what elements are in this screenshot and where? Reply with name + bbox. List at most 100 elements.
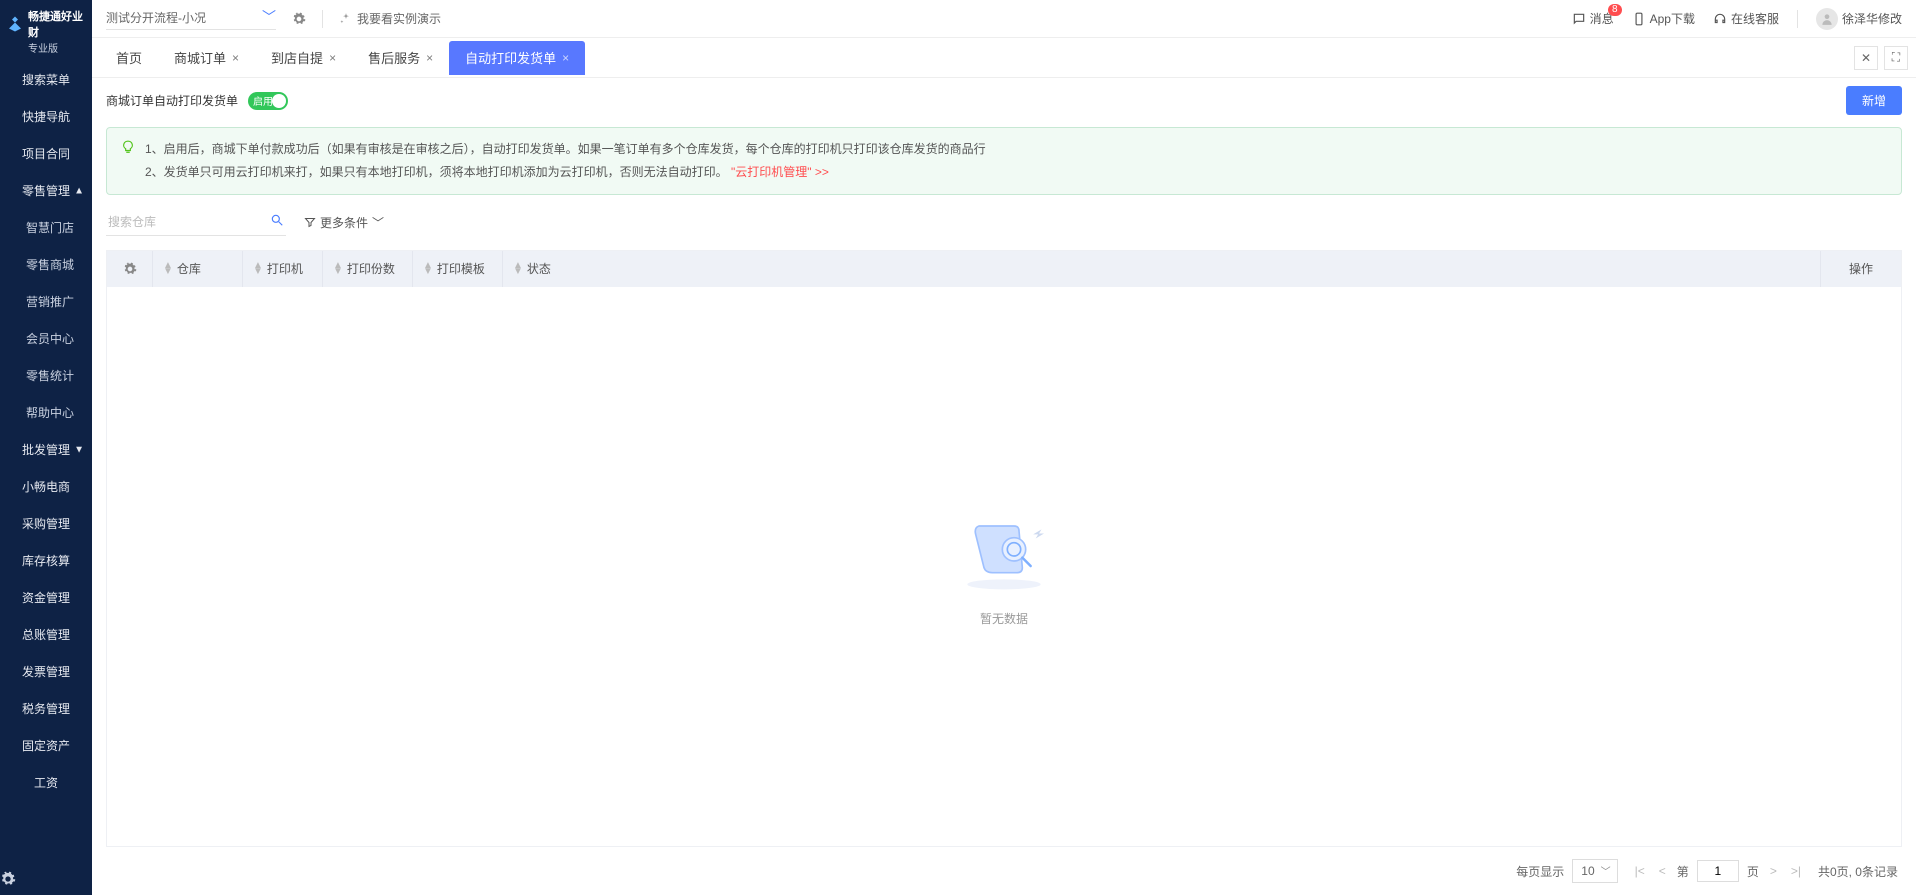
col-template[interactable]: ▲▼打印模板 — [413, 251, 503, 287]
first-page[interactable]: |< — [1632, 864, 1648, 878]
sidebar-item-4[interactable]: 智慧门店 — [0, 209, 92, 246]
headset-icon — [1713, 12, 1727, 26]
sort-icon: ▲▼ — [513, 263, 523, 275]
warehouse-search — [106, 209, 286, 236]
page-input[interactable] — [1697, 860, 1739, 882]
sidebar-item-9[interactable]: 帮助中心 — [0, 394, 92, 431]
sparkle-icon — [339, 12, 353, 26]
tip-box: 1、启用后，商城下单付款成功后（如果有审核是在审核之后），自动打印发货单。如果一… — [106, 127, 1902, 195]
sidebar-item-5[interactable]: 零售商城 — [0, 246, 92, 283]
sidebar-menu: 搜索菜单快捷导航项目合同零售管理▲智慧门店零售商城营销推广会员中心零售统计帮助中… — [0, 61, 92, 863]
col-warehouse[interactable]: ▲▼仓库 — [153, 251, 243, 287]
sidebar-item-7[interactable]: 会员中心 — [0, 320, 92, 357]
org-settings-icon[interactable] — [292, 12, 306, 26]
warehouse-search-input[interactable] — [106, 209, 286, 236]
sidebar-item-16[interactable]: 发票管理 — [0, 653, 92, 690]
message-icon — [1572, 12, 1586, 26]
auto-print-toggle[interactable]: 启用 — [248, 92, 288, 110]
app-download-button[interactable]: App下载 — [1632, 10, 1695, 27]
next-page[interactable]: > — [1767, 864, 1780, 878]
user-name: 徐泽华修改 — [1842, 10, 1902, 27]
sidebar-item-10[interactable]: 批发管理▼ — [0, 431, 92, 468]
column-settings[interactable] — [107, 251, 153, 287]
new-button[interactable]: 新增 — [1846, 86, 1902, 115]
sidebar-item-8[interactable]: 零售统计 — [0, 357, 92, 394]
fullscreen-toggle[interactable]: ⛶ — [1884, 46, 1908, 70]
top-actions: 消息 8 App下载 在线客服 徐泽华修改 — [1572, 8, 1902, 30]
close-icon[interactable]: × — [562, 51, 569, 65]
printer-table: ▲▼仓库 ▲▼打印机 ▲▼打印份数 ▲▼打印模板 ▲▼状态 操作 — [106, 250, 1902, 847]
user-menu[interactable]: 徐泽华修改 — [1816, 8, 1902, 30]
sidebar-item-13[interactable]: 库存核算 — [0, 542, 92, 579]
empty-illustration-icon — [954, 506, 1054, 596]
page-nav: |< < 第 页 > >| — [1632, 860, 1804, 882]
brand-edition: 专业版 — [0, 40, 92, 61]
sidebar-item-14[interactable]: 资金管理 — [0, 579, 92, 616]
tab-label: 商城订单 — [174, 48, 226, 67]
tab-3[interactable]: 售后服务 × — [352, 41, 449, 75]
separator — [1797, 10, 1798, 28]
caret-icon: ▼ — [74, 444, 84, 455]
filter-row: 更多条件 ﹀ — [92, 209, 1916, 250]
col-copies[interactable]: ▲▼打印份数 — [323, 251, 413, 287]
message-button[interactable]: 消息 8 — [1572, 10, 1614, 27]
sidebar: 畅捷通好业财 专业版 搜索菜单快捷导航项目合同零售管理▲智慧门店零售商城营销推广… — [0, 0, 92, 895]
tab-2[interactable]: 到店自提 × — [255, 41, 352, 75]
cloud-printer-manage-link[interactable]: "云打印机管理" >> — [731, 165, 829, 179]
phone-icon — [1632, 12, 1646, 26]
tab-4[interactable]: 自动打印发货单× — [449, 41, 585, 75]
close-icon[interactable]: × — [329, 51, 336, 65]
app-download-label: App下载 — [1650, 10, 1695, 27]
close-icon[interactable]: × — [426, 51, 433, 65]
sidebar-item-19[interactable]: 工资 — [0, 764, 92, 801]
brand-name: 畅捷通好业财 — [28, 8, 86, 40]
empty-text: 暂无数据 — [980, 610, 1028, 627]
gear-icon — [0, 871, 92, 887]
sidebar-item-0[interactable]: 搜索菜单 — [0, 61, 92, 98]
tab-0[interactable]: 首页 — [100, 41, 158, 75]
bulb-icon — [121, 140, 135, 184]
tabbar-controls: ✕ ⛶ — [1854, 46, 1908, 70]
close-all-tabs[interactable]: ✕ — [1854, 46, 1878, 70]
tab-1[interactable]: 商城订单 × — [158, 41, 255, 75]
sort-icon: ▲▼ — [253, 263, 263, 275]
prev-page[interactable]: < — [1656, 864, 1669, 878]
sidebar-item-3[interactable]: 零售管理▲ — [0, 172, 92, 209]
content: 商城订单自动打印发货单 启用 新增 1、启用后，商城下单付款成功后（如果有审核是… — [92, 78, 1916, 895]
brand-icon — [6, 15, 24, 33]
message-badge: 8 — [1608, 4, 1622, 16]
more-conditions[interactable]: 更多条件 ﹀ — [304, 214, 384, 231]
last-page[interactable]: >| — [1788, 864, 1804, 878]
search-icon[interactable] — [270, 213, 284, 227]
auto-print-toggle-label: 商城订单自动打印发货单 — [106, 92, 238, 109]
sidebar-item-1[interactable]: 快捷导航 — [0, 98, 92, 135]
sidebar-item-2[interactable]: 项目合同 — [0, 135, 92, 172]
page-size-select[interactable]: 10 — [1572, 859, 1617, 883]
org-selector[interactable]: 测试分开流程-小况 ﹀ — [106, 7, 276, 30]
sort-icon: ▲▼ — [423, 263, 433, 275]
tip-line-1: 1、启用后，商城下单付款成功后（如果有审核是在审核之后），自动打印发货单。如果一… — [145, 138, 986, 161]
sidebar-item-12[interactable]: 采购管理 — [0, 505, 92, 542]
sidebar-item-17[interactable]: 税务管理 — [0, 690, 92, 727]
table-header: ▲▼仓库 ▲▼打印机 ▲▼打印份数 ▲▼打印模板 ▲▼状态 操作 — [107, 251, 1901, 287]
close-icon[interactable]: × — [232, 51, 239, 65]
sidebar-settings[interactable] — [0, 863, 92, 895]
tab-label: 到店自提 — [271, 48, 323, 67]
sidebar-item-15[interactable]: 总账管理 — [0, 616, 92, 653]
filter-icon — [304, 216, 316, 228]
sidebar-item-11[interactable]: 小畅电商 — [0, 468, 92, 505]
col-printer[interactable]: ▲▼打印机 — [243, 251, 323, 287]
demo-link[interactable]: 我要看实例演示 — [339, 10, 441, 27]
tab-label: 售后服务 — [368, 48, 420, 67]
col-status[interactable]: ▲▼状态 — [503, 251, 1821, 287]
panel-toolbar: 商城订单自动打印发货单 启用 新增 — [92, 78, 1916, 123]
main: 测试分开流程-小况 ﹀ 我要看实例演示 消息 8 App下载 — [92, 0, 1916, 895]
service-button[interactable]: 在线客服 — [1713, 10, 1779, 27]
page-size: 每页显示 10 — [1516, 859, 1617, 883]
page-size-label: 每页显示 — [1516, 863, 1564, 880]
toggle-on-text: 启用 — [253, 93, 273, 108]
brand-logo: 畅捷通好业财 — [0, 0, 92, 44]
sort-icon: ▲▼ — [333, 263, 343, 275]
sidebar-item-6[interactable]: 营销推广 — [0, 283, 92, 320]
sidebar-item-18[interactable]: 固定资产 — [0, 727, 92, 764]
